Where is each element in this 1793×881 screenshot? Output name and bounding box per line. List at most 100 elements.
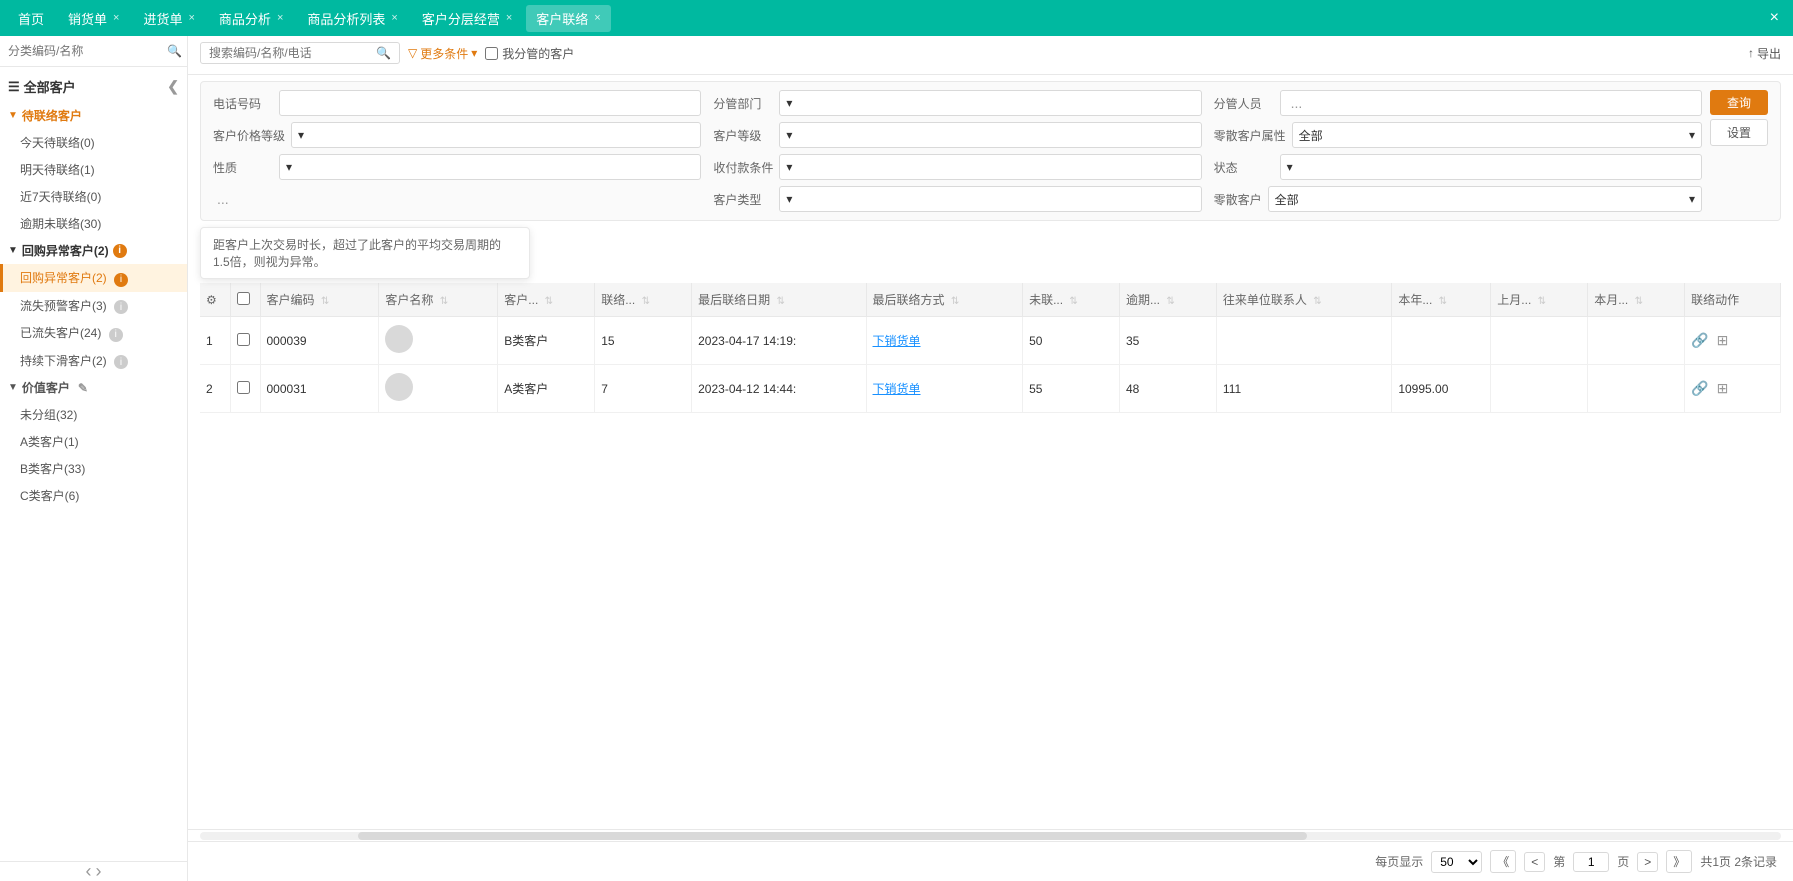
sidebar-section-value-customers[interactable]: ▼ 价值客户 ✎ [0,374,187,401]
close-icon-product-analysis[interactable]: × [277,12,283,24]
action-grid-icon-1[interactable]: ⊞ [1717,332,1729,349]
pagination-bar: 每页显示 50 100 200 《 < 第 页 > 》 共1页 2条记录 [188,841,1793,881]
action-grid-icon-2[interactable]: ⊞ [1717,380,1729,397]
next-page-button[interactable]: > [1637,852,1658,872]
action-link-icon-2[interactable]: 🔗 [1691,380,1708,397]
filter-icon: ▽ [408,46,417,60]
col-settings-icon[interactable]: ⚙ [206,293,217,307]
customer-type-sort-icon[interactable]: ⇅ [545,296,553,307]
last-contact-method-sort-icon[interactable]: ⇅ [951,296,959,307]
main-search-icon[interactable]: 🔍 [376,46,391,60]
sidebar-item-declining[interactable]: 持续下滑客户(2) i [0,347,187,375]
nav-item-product-list[interactable]: 商品分析列表 × [297,5,407,32]
nav-item-customer-tier[interactable]: 客户分层经营 × [412,5,522,32]
close-icon-customer-tier[interactable]: × [506,12,512,24]
payment-input[interactable]: ▾ [779,154,1201,180]
contact-count-sort-icon[interactable]: ⇅ [642,296,650,307]
nav-item-customer-contact[interactable]: 客户联络 × [526,5,610,32]
sidebar-item-tomorrow[interactable]: 明天待联络(1) [0,156,187,183]
query-button[interactable]: 查询 [1710,90,1768,115]
window-close-button[interactable]: × [1764,7,1785,29]
sidebar-scroll-right-icon[interactable]: › [96,861,102,881]
overdue-sort-icon[interactable]: ⇅ [1166,296,1174,307]
sidebar-group-pending-contact[interactable]: ▼ 待联络客户 [0,102,187,129]
export-button[interactable]: ↑ 导出 [1748,45,1781,62]
customer-code-sort-icon[interactable]: ⇅ [321,296,329,307]
last-page-button[interactable]: 》 [1666,850,1692,873]
col-settings[interactable]: ⚙ [200,283,230,317]
last-contact-method-link-2[interactable]: 下销货单 [873,382,921,396]
repurchase-item-info-icon[interactable]: i [114,273,128,287]
sidebar-collapse-button[interactable]: ❮ [167,78,179,95]
horizontal-scrollbar[interactable] [188,829,1793,841]
my-customers-checkbox-container[interactable]: 我分管的客户 [485,45,574,62]
sidebar-all-customers-header[interactable]: ☰ 全部客户 ❮ [0,71,187,102]
prev-page-button[interactable]: < [1524,852,1545,872]
this-year-sort-icon[interactable]: ⇅ [1439,296,1447,307]
repurchase-info-icon[interactable]: i [113,244,127,258]
lost-warning-info-icon[interactable]: i [114,300,128,314]
row-1-checkbox[interactable] [237,333,250,346]
uncontacted-sort-icon[interactable]: ⇅ [1069,296,1077,307]
nav-item-sales[interactable]: 销货单 × [58,5,129,32]
nav-item-home[interactable]: 首页 [8,5,54,32]
sidebar-item-class-a[interactable]: A类客户(1) [0,428,187,455]
my-customers-checkbox[interactable] [485,47,498,60]
sidebar-item-class-c[interactable]: C类客户(6) [0,482,187,509]
first-page-button[interactable]: 《 [1490,850,1516,873]
phone-input[interactable] [279,90,701,116]
price-tier-input[interactable]: ▾ [291,122,701,148]
company-contact-sort-icon[interactable]: ⇅ [1313,296,1321,307]
row-2-checkbox[interactable] [237,381,250,394]
main-search-box[interactable]: 🔍 [200,42,400,64]
col-actions: 联络动作 [1685,283,1781,317]
retail-attr-input[interactable]: 全部 ▾ [1292,122,1702,148]
close-icon-customer-contact[interactable]: × [594,12,600,24]
main-search-input[interactable] [209,46,372,60]
declining-info-icon[interactable]: i [114,355,128,369]
this-month-sort-icon[interactable]: ⇅ [1635,296,1643,307]
customer-name-sort-icon[interactable]: ⇅ [440,296,448,307]
last-month-sort-icon[interactable]: ⇅ [1538,296,1546,307]
sidebar-search-input[interactable] [8,44,163,58]
sidebar-item-7days[interactable]: 近7天待联络(0) [0,183,187,210]
retail-attr-value: 全部 [1299,127,1323,144]
customer-type-input[interactable]: ▾ [779,186,1201,212]
sidebar-item-lost-warning[interactable]: 流失预警客户(3) i [0,292,187,320]
sidebar-item-lost[interactable]: 已流失客户(24) i [0,319,187,347]
select-all-checkbox[interactable] [237,292,250,305]
lost-info-icon[interactable]: i [109,328,123,342]
sidebar-search-icon[interactable]: 🔍 [167,44,182,58]
page-size-select[interactable]: 50 100 200 [1431,851,1482,873]
sidebar-item-today[interactable]: 今天待联络(0) [0,129,187,156]
last-contact-method-link-1[interactable]: 下销货单 [873,334,921,348]
last-contact-date-sort-icon[interactable]: ⇅ [776,296,784,307]
close-icon-purchase[interactable]: × [188,12,194,24]
nature-input[interactable]: ▾ [279,154,701,180]
more-conditions-button[interactable]: ▽ 更多条件 ▾ [408,45,477,62]
close-icon-product-list[interactable]: × [391,12,397,24]
sidebar-item-unclassified[interactable]: 未分组(32) [0,401,187,428]
nav-item-product-analysis[interactable]: 商品分析 × [209,5,293,32]
scroll-thumb[interactable] [358,832,1307,840]
sidebar-item-overdue[interactable]: 逾期未联络(30) [0,210,187,237]
value-customer-edit-icon[interactable]: ✎ [78,381,88,395]
manager-ellipsis[interactable]: ... [1287,95,1307,111]
sidebar-item-repurchase-anomaly[interactable]: 回购异常客户(2) i [0,264,187,292]
settings-button[interactable]: 设置 [1710,119,1768,146]
page-number-input[interactable] [1573,852,1609,872]
sidebar-item-class-b[interactable]: B类客户(33) [0,455,187,482]
action-link-icon-1[interactable]: 🔗 [1691,332,1708,349]
cell-method-2[interactable]: 下销货单 [866,365,1023,413]
nav-item-purchase[interactable]: 进货单 × [133,5,204,32]
dept-input[interactable]: ▾ [779,90,1201,116]
close-icon-sales[interactable]: × [113,12,119,24]
row4-ellipsis[interactable]: ... [213,191,233,207]
status-input[interactable]: ▾ [1280,154,1702,180]
sidebar-group-repurchase-anomaly[interactable]: ▼ 回购异常客户(2) i [0,237,187,264]
customer-tier-input[interactable]: ▾ [779,122,1201,148]
manager-input[interactable]: ... [1280,90,1702,116]
retail-customer-input[interactable]: 全部 ▾ [1268,186,1702,212]
cell-method-1[interactable]: 下销货单 [866,317,1023,365]
sidebar-scroll-left-icon[interactable]: ‹ [86,861,92,881]
